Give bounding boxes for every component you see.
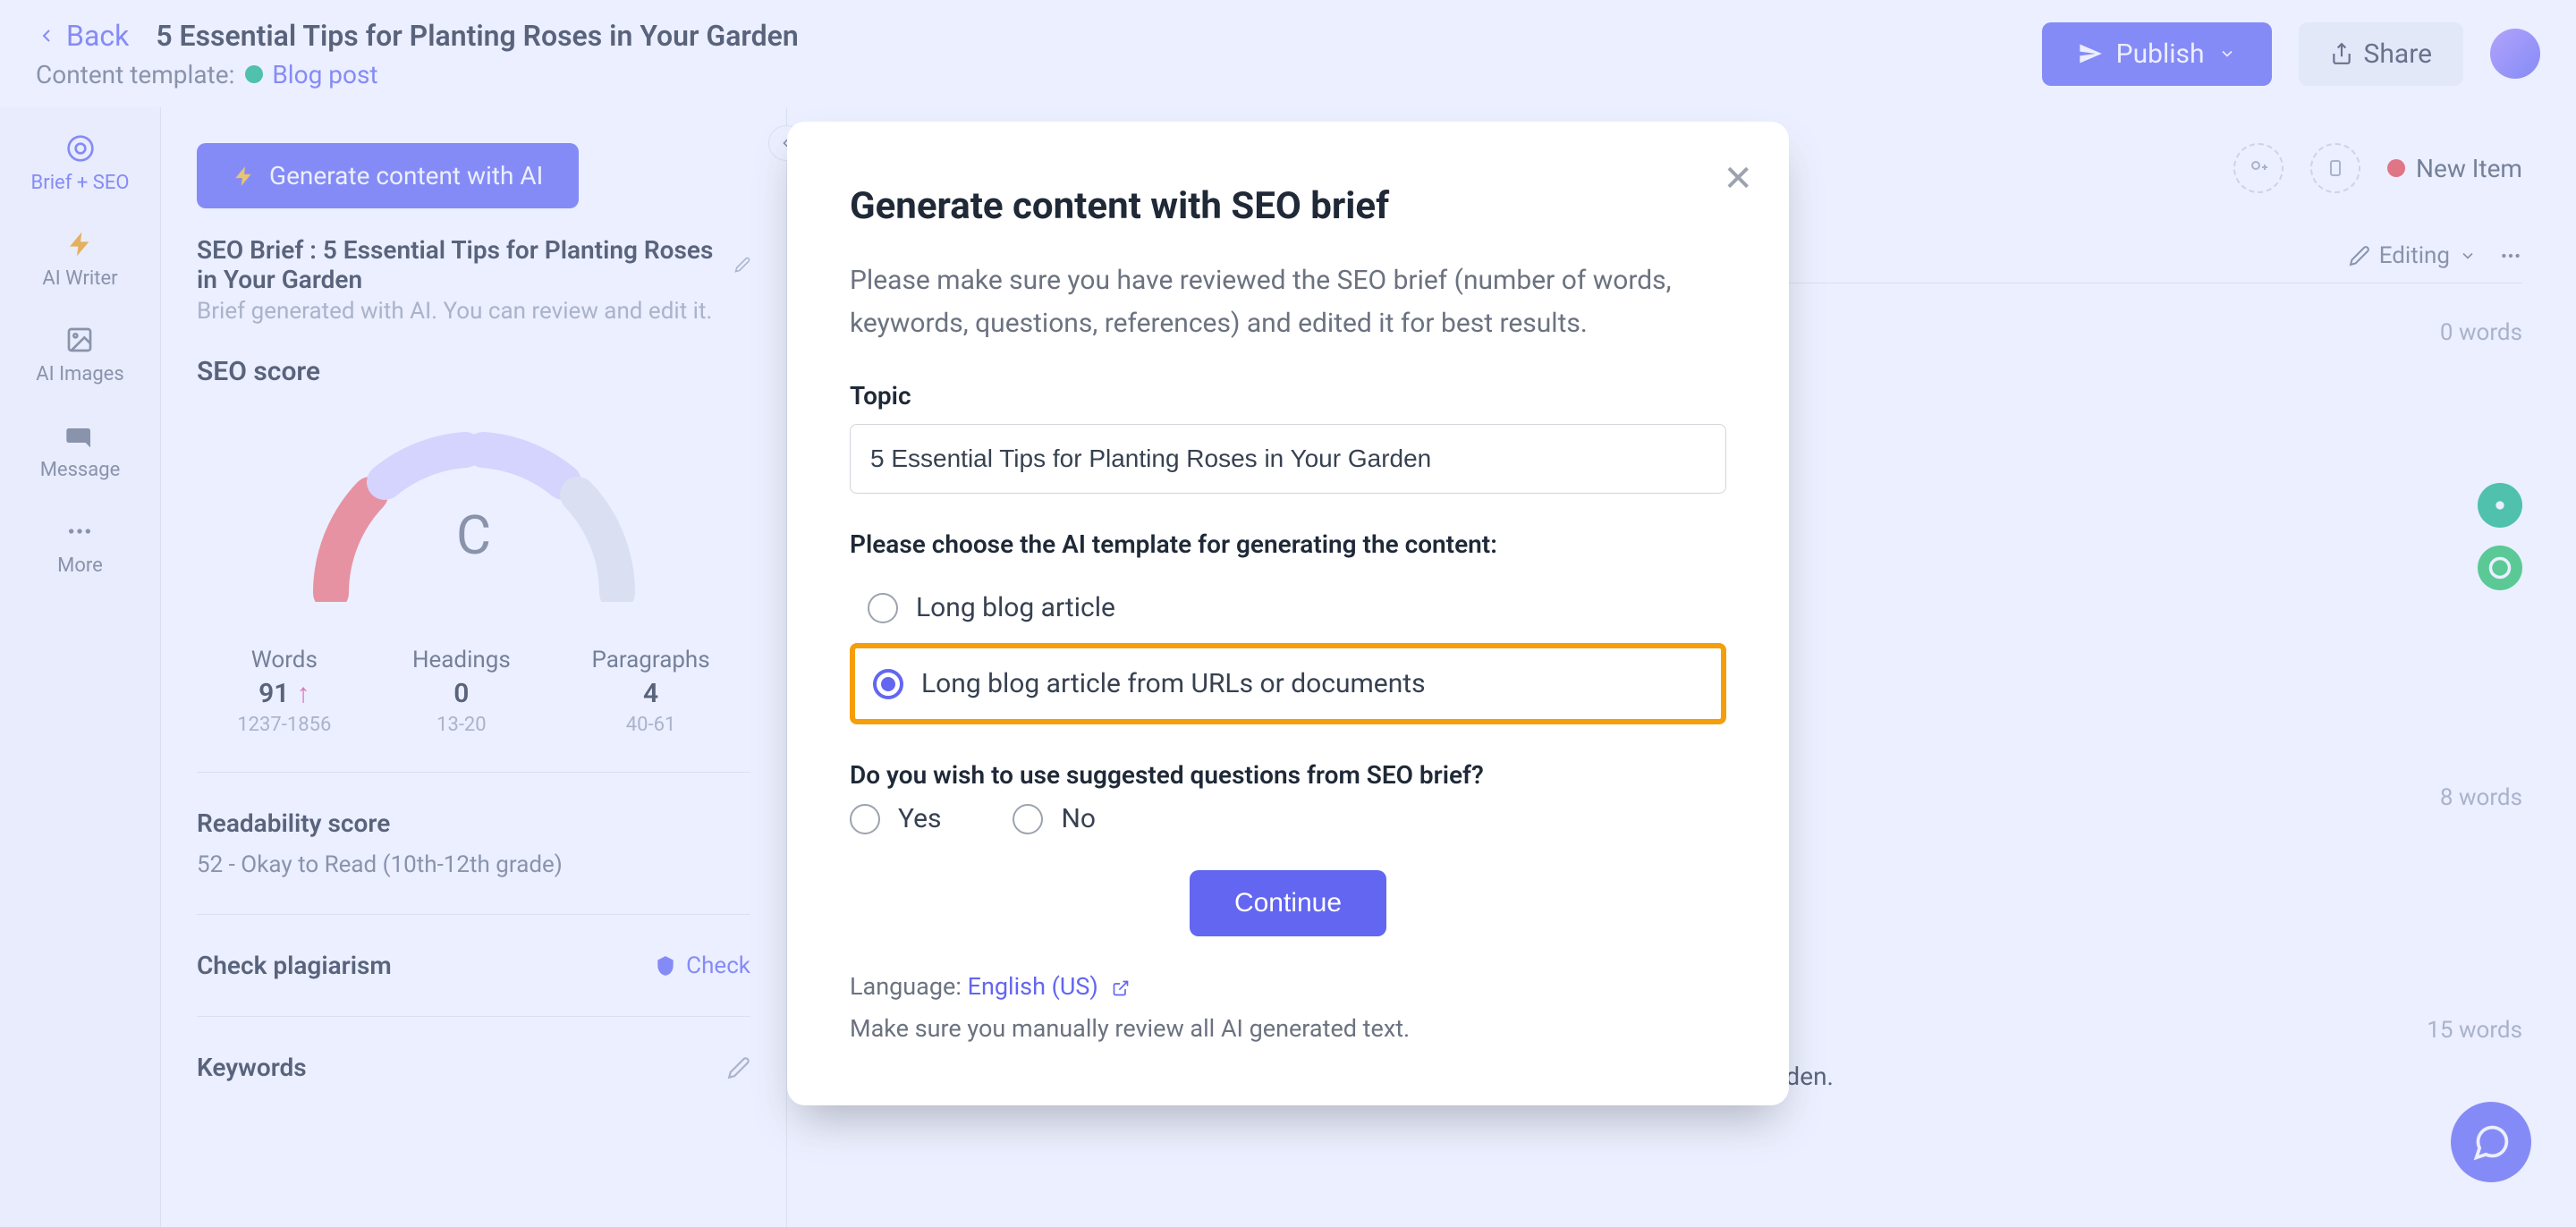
radio-icon: [850, 804, 880, 834]
radio-icon: [868, 593, 898, 623]
radio-long-blog-urls[interactable]: Long blog article from URLs or documents: [850, 643, 1726, 724]
radio-icon-checked: [873, 669, 903, 699]
radio-icon: [1013, 804, 1043, 834]
generate-content-modal: ✕ Generate content with SEO brief Please…: [787, 122, 1789, 1105]
radio-yes[interactable]: Yes: [850, 803, 941, 834]
language-link[interactable]: English (US): [968, 972, 1130, 1001]
continue-button[interactable]: Continue: [1190, 870, 1386, 936]
modal-description: Please make sure you have reviewed the S…: [850, 259, 1726, 345]
topic-label: Topic: [850, 381, 1726, 410]
topic-input[interactable]: [850, 424, 1726, 494]
radio-long-blog[interactable]: Long blog article: [850, 572, 1726, 643]
radio-no[interactable]: No: [1013, 803, 1096, 834]
template-choose-label: Please choose the AI template for genera…: [850, 529, 1726, 559]
modal-title: Generate content with SEO brief: [850, 184, 1726, 228]
questions-label: Do you wish to use suggested questions f…: [850, 760, 1726, 790]
modal-close-button[interactable]: ✕: [1723, 157, 1753, 199]
review-warning: Make sure you manually review all AI gen…: [850, 1014, 1726, 1043]
language-label: Language:: [850, 972, 962, 1001]
